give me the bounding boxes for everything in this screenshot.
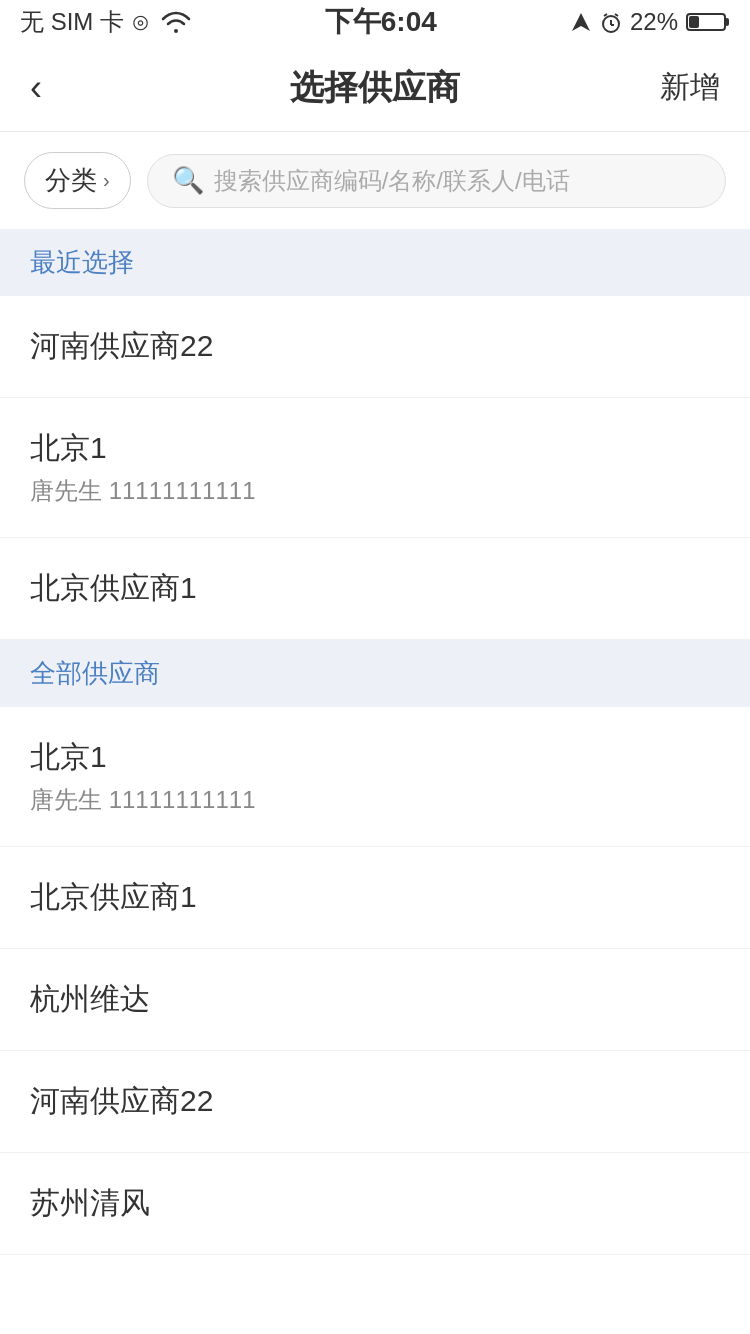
item-name: 北京供应商1 xyxy=(30,568,720,609)
search-icon: 🔍 xyxy=(172,165,204,196)
list-item[interactable]: 杭州维达 xyxy=(0,949,750,1051)
list-item[interactable]: 北京供应商1 xyxy=(0,847,750,949)
location-icon xyxy=(570,11,592,33)
search-box[interactable]: 🔍 搜索供应商编码/名称/联系人/电话 xyxy=(147,154,726,208)
page-title: 选择供应商 xyxy=(290,65,460,111)
item-name: 北京供应商1 xyxy=(30,877,720,918)
battery-text: 22% xyxy=(630,8,678,36)
wifi-icon xyxy=(160,11,192,33)
list-item[interactable]: 苏州清风 xyxy=(0,1153,750,1255)
item-name: 北京1 xyxy=(30,737,720,778)
item-sub: 唐先生 11111111111 xyxy=(30,784,720,816)
search-placeholder-text: 搜索供应商编码/名称/联系人/电话 xyxy=(214,165,570,197)
add-button[interactable]: 新增 xyxy=(660,67,720,108)
svg-marker-0 xyxy=(572,13,590,31)
status-right: 22% xyxy=(570,8,730,36)
battery-icon xyxy=(686,11,730,33)
recent-section-header: 最近选择 xyxy=(0,229,750,296)
list-item[interactable]: 北京1 唐先生 11111111111 xyxy=(0,398,750,538)
item-name: 河南供应商22 xyxy=(30,326,720,367)
alarm-icon xyxy=(600,11,622,33)
item-name: 杭州维达 xyxy=(30,979,720,1020)
status-bar: 无 SIM 卡 ⊙ 下午6:04 22% xyxy=(0,0,750,44)
item-name: 河南供应商22 xyxy=(30,1081,720,1122)
svg-line-4 xyxy=(604,14,607,16)
all-section-header: 全部供应商 xyxy=(0,640,750,707)
back-button[interactable]: ‹ xyxy=(30,67,90,109)
item-name: 北京1 xyxy=(30,428,720,469)
all-items-list: 北京1 唐先生 11111111111 北京供应商1 杭州维达河南供应商22 苏州清风 xyxy=(0,707,750,1255)
recent-items-list: 河南供应商22 北京1 唐先生 11111111111 北京供应商1 xyxy=(0,296,750,640)
recent-section-label: 最近选择 xyxy=(30,247,134,277)
svg-rect-8 xyxy=(689,16,699,28)
filter-bar: 分类 › 🔍 搜索供应商编码/名称/联系人/电话 xyxy=(0,132,750,229)
list-item[interactable]: 北京供应商1 xyxy=(0,538,750,640)
list-item[interactable]: 河南供应商22 xyxy=(0,1051,750,1153)
item-sub: 唐先生 11111111111 xyxy=(30,475,720,507)
svg-rect-7 xyxy=(725,18,729,26)
category-label: 分类 xyxy=(45,163,97,198)
item-name: 苏州清风 xyxy=(30,1183,720,1224)
nav-bar: ‹ 选择供应商 新增 xyxy=(0,44,750,132)
no-sim-text: 无 SIM 卡 ⊙ xyxy=(20,6,150,38)
category-button[interactable]: 分类 › xyxy=(24,152,131,209)
status-left: 无 SIM 卡 ⊙ xyxy=(20,6,192,38)
all-section-label: 全部供应商 xyxy=(30,658,160,688)
svg-line-5 xyxy=(615,14,618,16)
status-time: 下午6:04 xyxy=(325,3,437,41)
chevron-right-icon: › xyxy=(103,169,110,192)
list-item[interactable]: 北京1 唐先生 11111111111 xyxy=(0,707,750,847)
list-item[interactable]: 河南供应商22 xyxy=(0,296,750,398)
